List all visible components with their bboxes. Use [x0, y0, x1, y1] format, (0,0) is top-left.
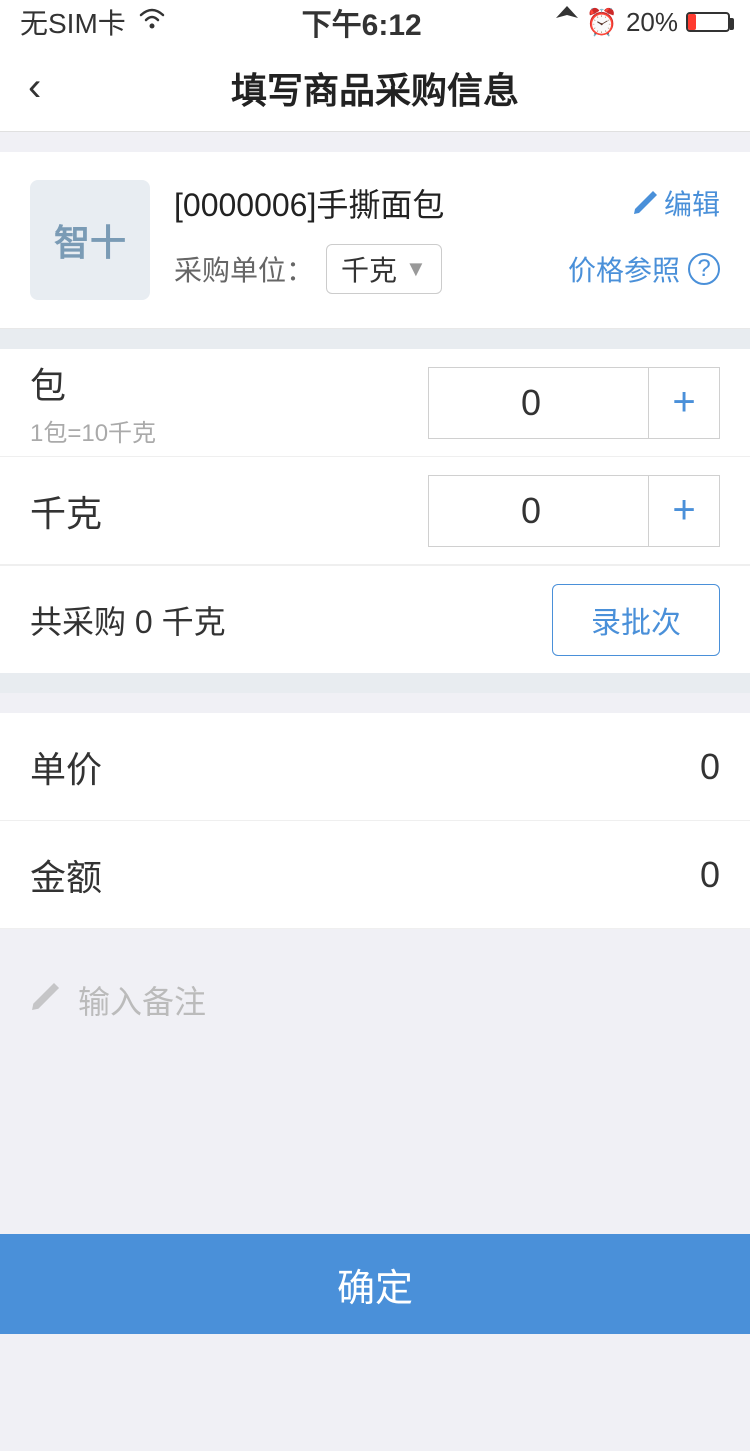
- product-card: 智十 [0000006]手撕面包 编辑 采购单位： 千克 ▼ 价格参照 ?: [0, 152, 750, 329]
- status-left: 无SIM卡: [20, 2, 168, 42]
- unit-price-label: 单价: [30, 741, 102, 793]
- battery-icon: [686, 12, 730, 32]
- battery-percent: 20%: [626, 7, 678, 38]
- input-section: 包 1包=10千克 + 千克 +: [0, 349, 750, 565]
- remark-section[interactable]: 输入备注: [0, 949, 750, 1051]
- location-icon: [556, 6, 578, 39]
- bag-plus-button[interactable]: +: [648, 367, 720, 439]
- kg-label: 千克: [30, 485, 150, 537]
- bag-label: 包: [30, 357, 156, 409]
- kg-input-group: +: [428, 475, 720, 547]
- total-label: 共采购 0 千克: [30, 597, 226, 643]
- divider-2: [0, 673, 750, 693]
- kg-plus-button[interactable]: +: [648, 475, 720, 547]
- kg-label-group: 千克: [30, 485, 150, 537]
- divider-1: [0, 329, 750, 349]
- info-icon: ?: [688, 253, 720, 285]
- kg-quantity-input[interactable]: [428, 475, 648, 547]
- status-time: 下午6:12: [302, 0, 422, 44]
- status-right: ⏰ 20%: [556, 6, 730, 39]
- bag-input-group: +: [428, 367, 720, 439]
- product-unit-row: 采购单位： 千克 ▼ 价格参照 ?: [174, 244, 720, 294]
- amount-label: 金额: [30, 849, 102, 901]
- page-title: 填写商品采购信息: [231, 62, 519, 114]
- kg-input-row: 千克 +: [0, 457, 750, 565]
- unit-value: 千克: [341, 249, 397, 289]
- nav-bar: ‹ 填写商品采购信息: [0, 44, 750, 132]
- price-ref-label: 价格参照: [568, 249, 680, 289]
- bag-input-row: 包 1包=10千克 +: [0, 349, 750, 457]
- unit-price-row: 单价 0: [0, 713, 750, 821]
- total-row: 共采购 0 千克 录批次: [0, 565, 750, 673]
- price-ref-button[interactable]: 价格参照 ?: [568, 249, 720, 289]
- price-section: 单价 0 金额 0: [0, 713, 750, 929]
- carrier-label: 无SIM卡: [20, 2, 126, 42]
- unit-price-value: 0: [700, 746, 720, 788]
- amount-value: 0: [700, 854, 720, 896]
- product-header: [0000006]手撕面包 编辑: [174, 180, 720, 226]
- status-bar: 无SIM卡 下午6:12 ⏰ 20%: [0, 0, 750, 44]
- wifi-icon: [136, 6, 168, 38]
- pencil-icon: [30, 980, 62, 1020]
- unit-label: 采购单位：: [174, 249, 314, 289]
- bag-label-group: 包 1包=10千克: [30, 357, 156, 448]
- confirm-button[interactable]: 确定: [0, 1234, 750, 1334]
- bag-quantity-input[interactable]: [428, 367, 648, 439]
- dropdown-arrow-icon: ▼: [405, 256, 427, 282]
- back-button[interactable]: ‹: [28, 65, 41, 110]
- bag-sub-label: 1包=10千克: [30, 413, 156, 448]
- product-info: [0000006]手撕面包 编辑 采购单位： 千克 ▼ 价格参照 ?: [174, 180, 720, 294]
- amount-row: 金额 0: [0, 821, 750, 929]
- product-name: [0000006]手撕面包: [174, 180, 444, 226]
- remark-placeholder: 输入备注: [78, 977, 206, 1023]
- alarm-icon: ⏰: [586, 7, 618, 38]
- product-thumbnail: 智十: [30, 180, 150, 300]
- batch-button[interactable]: 录批次: [552, 584, 720, 656]
- unit-dropdown[interactable]: 千克 ▼: [326, 244, 442, 294]
- edit-button[interactable]: 编辑: [632, 183, 720, 223]
- product-logo: 智十: [54, 214, 126, 266]
